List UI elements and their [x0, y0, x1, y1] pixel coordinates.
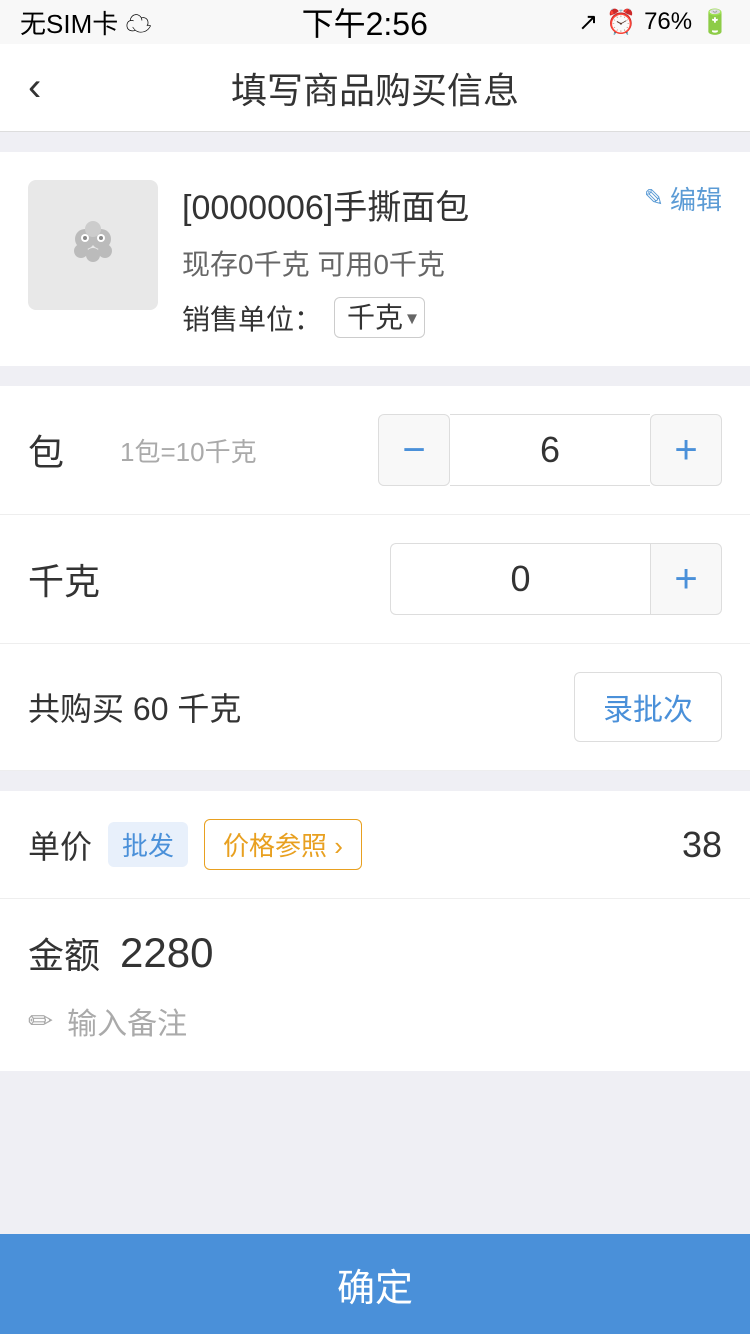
location-icon: ↗ — [578, 8, 598, 37]
price-row: 单价 批发 价格参照 › 38 — [0, 791, 750, 899]
amount-row: 金额 2280 — [28, 927, 722, 979]
price-section: 单价 批发 价格参照 › 38 金额 2280 ✏ 输入备注 — [0, 771, 750, 1091]
amount-section: 金额 2280 ✏ 输入备注 — [0, 899, 750, 1071]
edit-label: 编辑 — [670, 180, 722, 217]
price-label: 单价 — [28, 822, 92, 868]
unit-select[interactable]: 千克 — [334, 297, 425, 338]
status-right: ↗ ⏰ 76% 🔋 — [578, 8, 730, 37]
battery-icon: 🔋 — [700, 8, 730, 37]
alarm-icon: ⏰ — [606, 8, 636, 37]
status-time: 下午2:56 — [302, 0, 428, 45]
unit-select-wrapper[interactable]: 千克 — [334, 297, 425, 338]
pack-label: 包 — [28, 424, 108, 476]
edit-button[interactable]: ✎ 编辑 — [644, 180, 722, 217]
product-info: [0000006]手撕面包 现存0千克 可用0千克 销售单位： 千克 — [182, 180, 722, 338]
gray-fill — [0, 1091, 750, 1234]
pack-plus-button[interactable]: + — [650, 414, 722, 486]
back-button[interactable]: ‹ — [28, 65, 41, 110]
pack-input-row: 包 1包=10千克 − + — [0, 386, 750, 515]
pack-minus-button[interactable]: − — [378, 414, 450, 486]
pencil-icon: ✏ — [28, 1004, 53, 1039]
product-name: [0000006]手撕面包 — [182, 180, 722, 229]
notes-row[interactable]: ✏ 输入备注 — [28, 999, 722, 1071]
pack-input[interactable] — [450, 414, 650, 486]
total-row: 共购买 60 千克 录批次 — [0, 644, 750, 771]
product-card: [0000006]手撕面包 现存0千克 可用0千克 销售单位： 千克 ✎ 编辑 — [0, 152, 750, 366]
price-tag: 批发 — [108, 822, 188, 867]
kg-label: 千克 — [28, 553, 108, 605]
status-bar: 无SIM卡 ☁ 下午2:56 ↗ ⏰ 76% 🔋 — [0, 0, 750, 44]
product-stock: 现存0千克 可用0千克 — [182, 243, 722, 283]
amount-value: 2280 — [120, 929, 213, 977]
status-left: 无SIM卡 ☁ — [20, 4, 151, 41]
page-title: 填写商品购买信息 — [231, 62, 519, 114]
unit-label: 销售单位： — [182, 298, 322, 338]
product-unit-row: 销售单位： 千克 — [182, 297, 722, 338]
amount-label: 金额 — [28, 927, 100, 979]
battery-level: 76% — [644, 8, 692, 36]
kg-input-row: 千克 + — [0, 515, 750, 644]
pack-sublabel: 1包=10千克 — [120, 432, 378, 469]
pack-stepper: − + — [378, 414, 722, 486]
product-image — [28, 180, 158, 310]
confirm-button[interactable]: 确定 — [0, 1234, 750, 1334]
kg-plus-button[interactable]: + — [650, 543, 722, 615]
nav-bar: ‹ 填写商品购买信息 — [0, 44, 750, 132]
price-ref-button[interactable]: 价格参照 › — [204, 819, 362, 870]
kg-right-area: + — [390, 543, 722, 615]
price-value: 38 — [682, 824, 722, 866]
total-text: 共购买 60 千克 — [28, 684, 241, 730]
notes-input[interactable]: 输入备注 — [67, 999, 187, 1043]
batch-button[interactable]: 录批次 — [574, 672, 722, 742]
kg-input[interactable] — [390, 543, 650, 615]
edit-icon: ✎ — [644, 184, 664, 213]
input-section: 包 1包=10千克 − + 千克 + 共购买 60 千克 录批次 — [0, 386, 750, 771]
